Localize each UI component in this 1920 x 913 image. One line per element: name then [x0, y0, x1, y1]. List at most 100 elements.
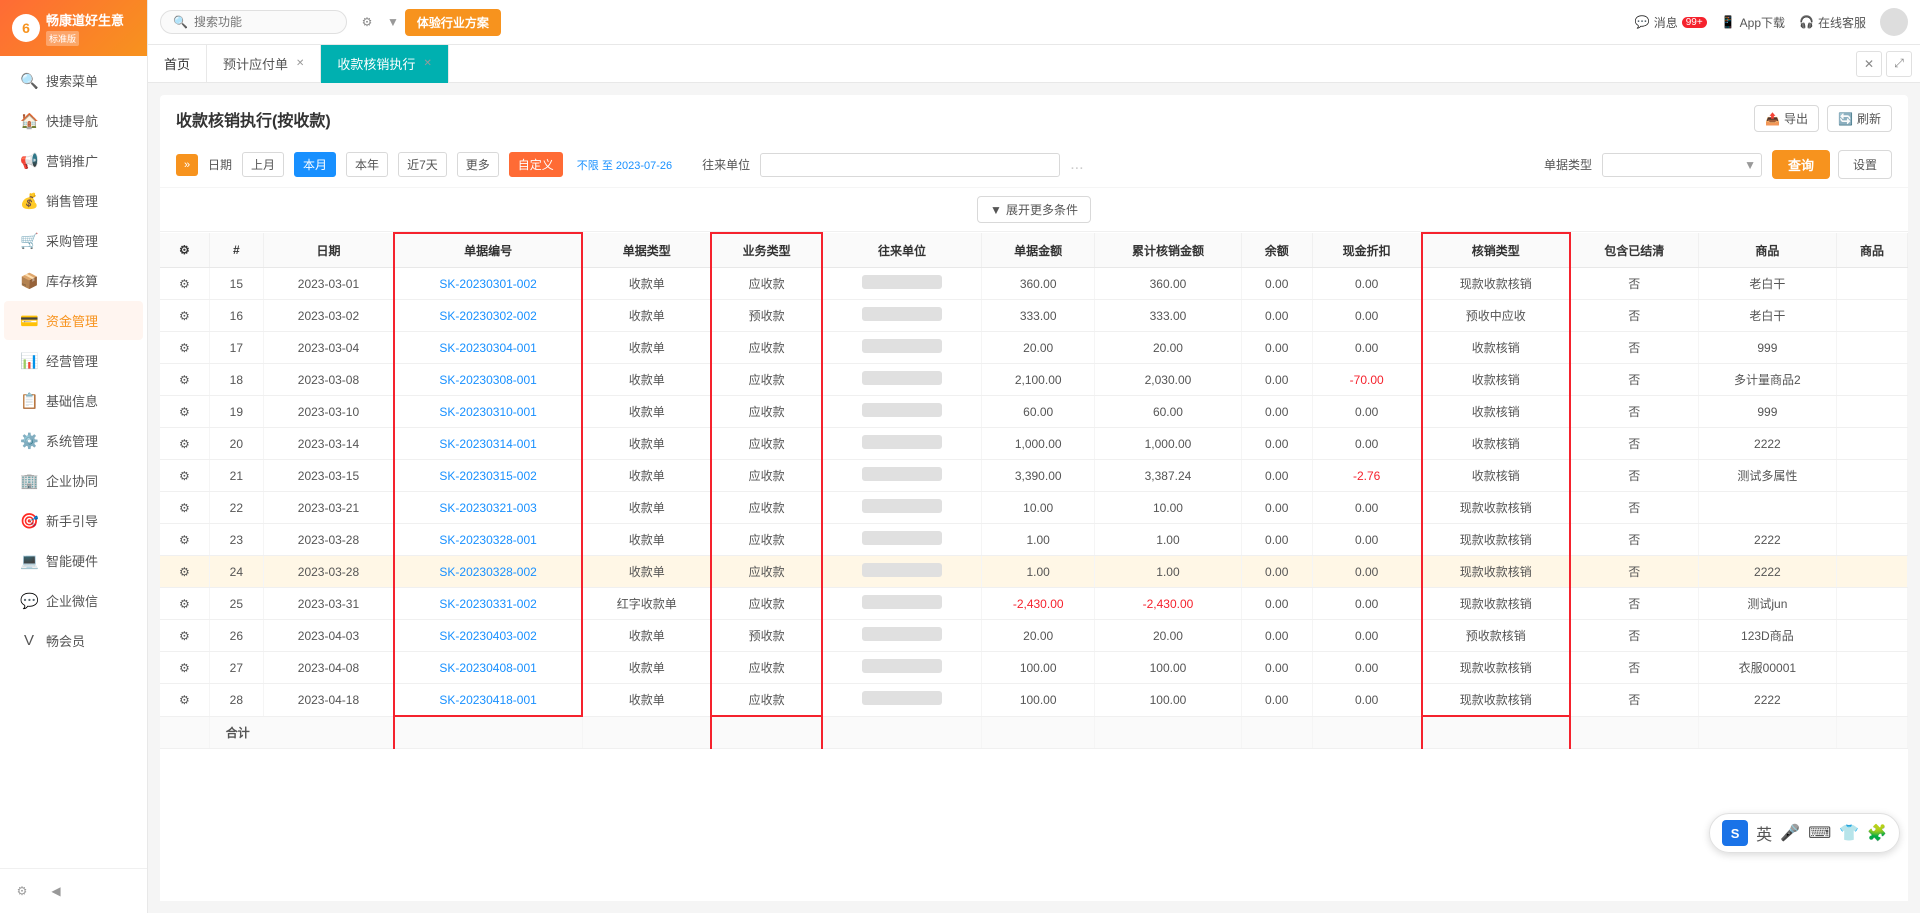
- td-gear[interactable]: ⚙: [160, 556, 209, 588]
- s-brand-icon[interactable]: S: [1722, 820, 1748, 846]
- online-service-btn[interactable]: 🎧 在线客服: [1799, 14, 1866, 31]
- table-row[interactable]: ⚙ 26 2023-04-03 SK-20230403-002 收款单 预收款 …: [160, 620, 1908, 652]
- tab-receipt-exec[interactable]: 收款核销执行✕: [321, 45, 448, 83]
- sidebar-item-enterprise[interactable]: 🏢企业协同: [4, 461, 143, 500]
- sidebar-item-member[interactable]: V畅会员: [4, 621, 143, 660]
- doc-no-link[interactable]: SK-20230310-001: [439, 405, 536, 419]
- table-row[interactable]: ⚙ 27 2023-04-08 SK-20230408-001 收款单 应收款 …: [160, 652, 1908, 684]
- table-row[interactable]: ⚙ 25 2023-03-31 SK-20230331-002 红字收款单 应收…: [160, 588, 1908, 620]
- doc-no-link[interactable]: SK-20230314-001: [439, 437, 536, 451]
- filter-toggle-btn[interactable]: »: [176, 154, 198, 176]
- ft-puzzle-icon[interactable]: 🧩: [1867, 823, 1887, 843]
- this-month-btn[interactable]: 本月: [294, 152, 336, 177]
- doc-no-link[interactable]: SK-20230321-003: [439, 501, 536, 515]
- td-gear[interactable]: ⚙: [160, 620, 209, 652]
- table-row[interactable]: ⚙ 28 2023-04-18 SK-20230418-001 收款单 应收款 …: [160, 684, 1908, 717]
- counterparty-input[interactable]: [760, 153, 1060, 177]
- settings-bottom-icon[interactable]: ⚙: [8, 877, 36, 905]
- ft-shirt-icon[interactable]: 👕: [1839, 823, 1859, 843]
- setting-btn[interactable]: 设置: [1838, 150, 1892, 179]
- doc-no-link[interactable]: SK-20230302-002: [439, 309, 536, 323]
- td-gear[interactable]: ⚙: [160, 524, 209, 556]
- tab-expand-btn[interactable]: ⤢: [1886, 51, 1912, 77]
- td-gear[interactable]: ⚙: [160, 684, 209, 717]
- last-month-btn[interactable]: 上月: [242, 152, 284, 177]
- th-biz-type: 业务类型: [711, 233, 821, 268]
- app-download-btn[interactable]: 📱 App下载: [1721, 14, 1785, 31]
- doc-no-link[interactable]: SK-20230328-002: [439, 565, 536, 579]
- topbar-gear-icon[interactable]: ⚙: [353, 8, 381, 36]
- industry-solution-btn[interactable]: 体验行业方案: [405, 9, 501, 36]
- collapse-sidebar-btn[interactable]: ◀: [42, 877, 70, 905]
- total-balance: [1241, 716, 1312, 748]
- sidebar-item-marketing[interactable]: 📢营销推广: [4, 141, 143, 180]
- last-7days-btn[interactable]: 近7天: [398, 152, 447, 177]
- sidebar-item-finance[interactable]: 💳资金管理: [4, 301, 143, 340]
- td-gear[interactable]: ⚙: [160, 652, 209, 684]
- td-gear[interactable]: ⚙: [160, 332, 209, 364]
- sidebar-item-sys-mgmt[interactable]: ⚙️系统管理: [4, 421, 143, 460]
- td-acc-writeoff: 100.00: [1095, 652, 1242, 684]
- sidebar-item-basic-info[interactable]: 📋基础信息: [4, 381, 143, 420]
- th-gear[interactable]: ⚙: [160, 233, 209, 268]
- sidebar-item-search[interactable]: 🔍搜索菜单: [4, 61, 143, 100]
- doc-no-link[interactable]: SK-20230403-002: [439, 629, 536, 643]
- table-row[interactable]: ⚙ 18 2023-03-08 SK-20230308-001 收款单 应收款 …: [160, 364, 1908, 396]
- table-row[interactable]: ⚙ 15 2023-03-01 SK-20230301-002 收款单 应收款 …: [160, 268, 1908, 300]
- tab-close-receipt-exec[interactable]: ✕: [423, 58, 431, 69]
- td-gear[interactable]: ⚙: [160, 364, 209, 396]
- sidebar-item-purchase[interactable]: 🛒采购管理: [4, 221, 143, 260]
- td-gear[interactable]: ⚙: [160, 268, 209, 300]
- export-btn[interactable]: 📤 导出: [1754, 105, 1819, 132]
- table-container[interactable]: ⚙ # 日期 单据编号 单据类型 业务类型 往来单位 单据金额 累计核销金额 余…: [160, 232, 1908, 901]
- doc-no-link[interactable]: SK-20230418-001: [439, 693, 536, 707]
- sidebar-item-wechat[interactable]: 💬企业微信: [4, 581, 143, 620]
- sidebar-item-inventory[interactable]: 📦库存核算: [4, 261, 143, 300]
- sidebar-item-guide[interactable]: 🎯新手引导: [4, 501, 143, 540]
- tab-prepay[interactable]: 预计应付单✕: [207, 45, 321, 83]
- user-avatar[interactable]: [1880, 8, 1908, 36]
- doc-no-link[interactable]: SK-20230331-002: [439, 597, 536, 611]
- topbar-search-area[interactable]: 🔍: [160, 10, 347, 34]
- table-row[interactable]: ⚙ 22 2023-03-21 SK-20230321-003 收款单 应收款 …: [160, 492, 1908, 524]
- doc-no-link[interactable]: SK-20230308-001: [439, 373, 536, 387]
- sidebar-item-quick[interactable]: 🏠快捷导航: [4, 101, 143, 140]
- table-row[interactable]: ⚙ 17 2023-03-04 SK-20230304-001 收款单 应收款 …: [160, 332, 1908, 364]
- td-gear[interactable]: ⚙: [160, 492, 209, 524]
- table-row[interactable]: ⚙ 23 2023-03-28 SK-20230328-001 收款单 应收款 …: [160, 524, 1908, 556]
- expand-conditions-btn[interactable]: ▼ 展开更多条件: [977, 196, 1091, 223]
- doc-no-link[interactable]: SK-20230304-001: [439, 341, 536, 355]
- tab-close-prepay[interactable]: ✕: [296, 58, 304, 69]
- sidebar-item-operations[interactable]: 📊经营管理: [4, 341, 143, 380]
- doc-no-link[interactable]: SK-20230328-001: [439, 533, 536, 547]
- doc-no-link[interactable]: SK-20230301-002: [439, 277, 536, 291]
- table-row[interactable]: ⚙ 16 2023-03-02 SK-20230302-002 收款单 预收款 …: [160, 300, 1908, 332]
- td-gear[interactable]: ⚙: [160, 396, 209, 428]
- custom-date-btn[interactable]: 自定义: [509, 152, 563, 177]
- doc-no-link[interactable]: SK-20230408-001: [439, 661, 536, 675]
- query-btn[interactable]: 查询: [1772, 150, 1830, 179]
- table-row[interactable]: ⚙ 20 2023-03-14 SK-20230314-001 收款单 应收款 …: [160, 428, 1908, 460]
- topbar-search-input[interactable]: [194, 15, 334, 29]
- table-row[interactable]: ⚙ 19 2023-03-10 SK-20230310-001 收款单 应收款 …: [160, 396, 1908, 428]
- table-row[interactable]: ⚙ 24 2023-03-28 SK-20230328-002 收款单 应收款 …: [160, 556, 1908, 588]
- message-btn[interactable]: 💬 消息 99+: [1635, 14, 1707, 31]
- ft-grid-icon[interactable]: ⌨: [1808, 823, 1831, 843]
- doc-no-link[interactable]: SK-20230315-002: [439, 469, 536, 483]
- table-row[interactable]: ⚙ 21 2023-03-15 SK-20230315-002 收款单 应收款 …: [160, 460, 1908, 492]
- ft-mic-icon[interactable]: 🎤: [1780, 823, 1800, 843]
- sidebar-label-operations: 经营管理: [46, 351, 98, 370]
- refresh-btn[interactable]: 🔄 刷新: [1827, 105, 1892, 132]
- td-gear[interactable]: ⚙: [160, 460, 209, 492]
- td-gear[interactable]: ⚙: [160, 588, 209, 620]
- tab-close-all-btn[interactable]: ✕: [1856, 51, 1882, 77]
- td-gear[interactable]: ⚙: [160, 428, 209, 460]
- td-gear[interactable]: ⚙: [160, 300, 209, 332]
- more-date-btn[interactable]: 更多: [457, 152, 499, 177]
- tab-home[interactable]: 首页: [148, 45, 207, 83]
- this-year-btn[interactable]: 本年: [346, 152, 388, 177]
- td-seq: 23: [209, 524, 263, 556]
- doctype-select[interactable]: [1602, 153, 1762, 177]
- sidebar-item-hardware[interactable]: 💻智能硬件: [4, 541, 143, 580]
- sidebar-item-sales-mgmt[interactable]: 💰销售管理: [4, 181, 143, 220]
